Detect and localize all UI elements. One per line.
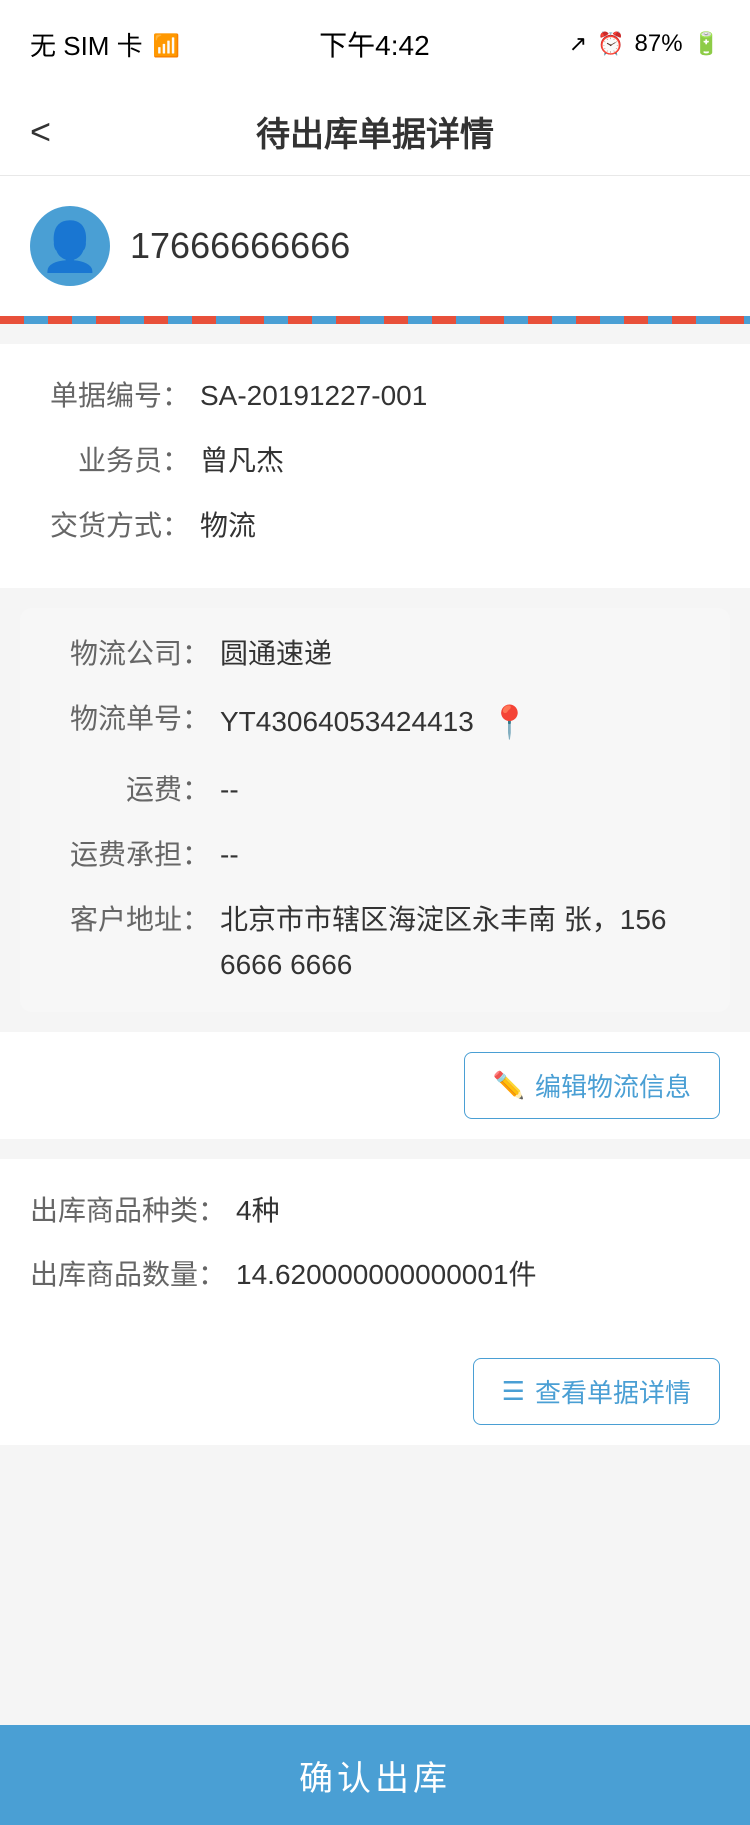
location-status-icon: ↗ [569,31,587,57]
edit-btn-wrapper: ✏️ 编辑物流信息 [0,1032,750,1139]
status-right: ↗ ⏰ 87% 🔋 [569,30,720,58]
salesman-label: 业务员： [30,439,190,484]
product-types-row: 出库商品种类： 4种 [30,1189,720,1234]
map-pin-icon[interactable]: 📍 [490,697,530,748]
product-quantity-label: 出库商品数量： [30,1253,226,1298]
delivery-method-row: 交货方式： 物流 [30,504,720,549]
delivery-method-label: 交货方式： [30,504,190,549]
customer-phone: 17666666666 [130,225,350,267]
wifi-icon [153,29,180,60]
view-btn-wrapper: ☰ 查看单据详情 [0,1338,750,1445]
edit-logistics-label: 编辑物流信息 [535,1067,691,1104]
salesman-value: 曾凡杰 [190,439,720,484]
freight-bearer-row: 运费承担： -- [50,833,700,878]
address-value: 北京市市辖区海淀区永丰南 张，156 6666 6666 [210,898,700,988]
customer-header: 👤 17666666666 [0,176,750,316]
salesman-row: 业务员： 曾凡杰 [30,439,720,484]
status-bar: 无 SIM 卡 下午4:42 ↗ ⏰ 87% 🔋 [0,0,750,88]
tracking-value-wrapper: YT43064053424413 📍 [210,697,700,748]
confirm-outbound-button[interactable]: 确认出库 [0,1725,750,1825]
view-details-button[interactable]: ☰ 查看单据详情 [473,1358,720,1425]
logistics-company-label: 物流公司： [50,632,210,677]
logistics-company-value: 圆通速递 [210,632,700,677]
section-divider [0,1139,750,1159]
avatar: 👤 [30,206,110,286]
nav-bar: < 待出库单据详情 [0,88,750,176]
avatar-icon: 👤 [40,218,100,275]
order-number-value: SA-20191227-001 [190,374,720,419]
edit-logistics-button[interactable]: ✏️ 编辑物流信息 [464,1052,720,1119]
product-section: 出库商品种类： 4种 出库商品数量： 14.620000000000001件 [0,1159,750,1339]
status-left: 无 SIM 卡 [30,26,180,63]
time-text: 下午4:42 [319,24,430,64]
spacer [0,1445,750,1725]
freight-label: 运费： [50,768,210,813]
freight-row: 运费： -- [50,768,700,813]
product-types-label: 出库商品种类： [30,1189,226,1234]
order-number-row: 单据编号： SA-20191227-001 [30,374,720,419]
back-button[interactable]: < [30,111,51,153]
order-info-section: 单据编号： SA-20191227-001 业务员： 曾凡杰 交货方式： 物流 [0,344,750,588]
address-row: 客户地址： 北京市市辖区海淀区永丰南 张，156 6666 6666 [50,898,700,988]
freight-bearer-label: 运费承担： [50,833,210,878]
freight-value: -- [210,768,700,813]
tracking-label: 物流单号： [50,697,210,742]
delivery-method-value: 物流 [190,504,720,549]
product-quantity-value: 14.620000000000001件 [226,1253,720,1298]
tracking-value: YT43064053424413 [220,700,474,745]
dashed-divider [0,316,750,324]
battery-icon: 🔋 [693,31,720,57]
logistics-card: 物流公司： 圆通速递 物流单号： YT43064053424413 📍 运费： … [20,608,730,1011]
address-label: 客户地址： [50,898,210,943]
carrier-text: 无 SIM 卡 [30,26,143,63]
list-icon: ☰ [502,1376,525,1407]
view-details-label: 查看单据详情 [535,1373,691,1410]
edit-icon: ✏️ [493,1070,525,1101]
freight-bearer-value: -- [210,833,700,878]
page-title: 待出库单据详情 [256,107,494,156]
product-quantity-row: 出库商品数量： 14.620000000000001件 [30,1253,720,1298]
tracking-row: 物流单号： YT43064053424413 📍 [50,697,700,748]
logistics-company-row: 物流公司： 圆通速递 [50,632,700,677]
order-number-label: 单据编号： [30,374,190,419]
alarm-icon: ⏰ [597,31,624,57]
product-types-value: 4种 [226,1189,720,1234]
battery-text: 87% [635,30,683,58]
